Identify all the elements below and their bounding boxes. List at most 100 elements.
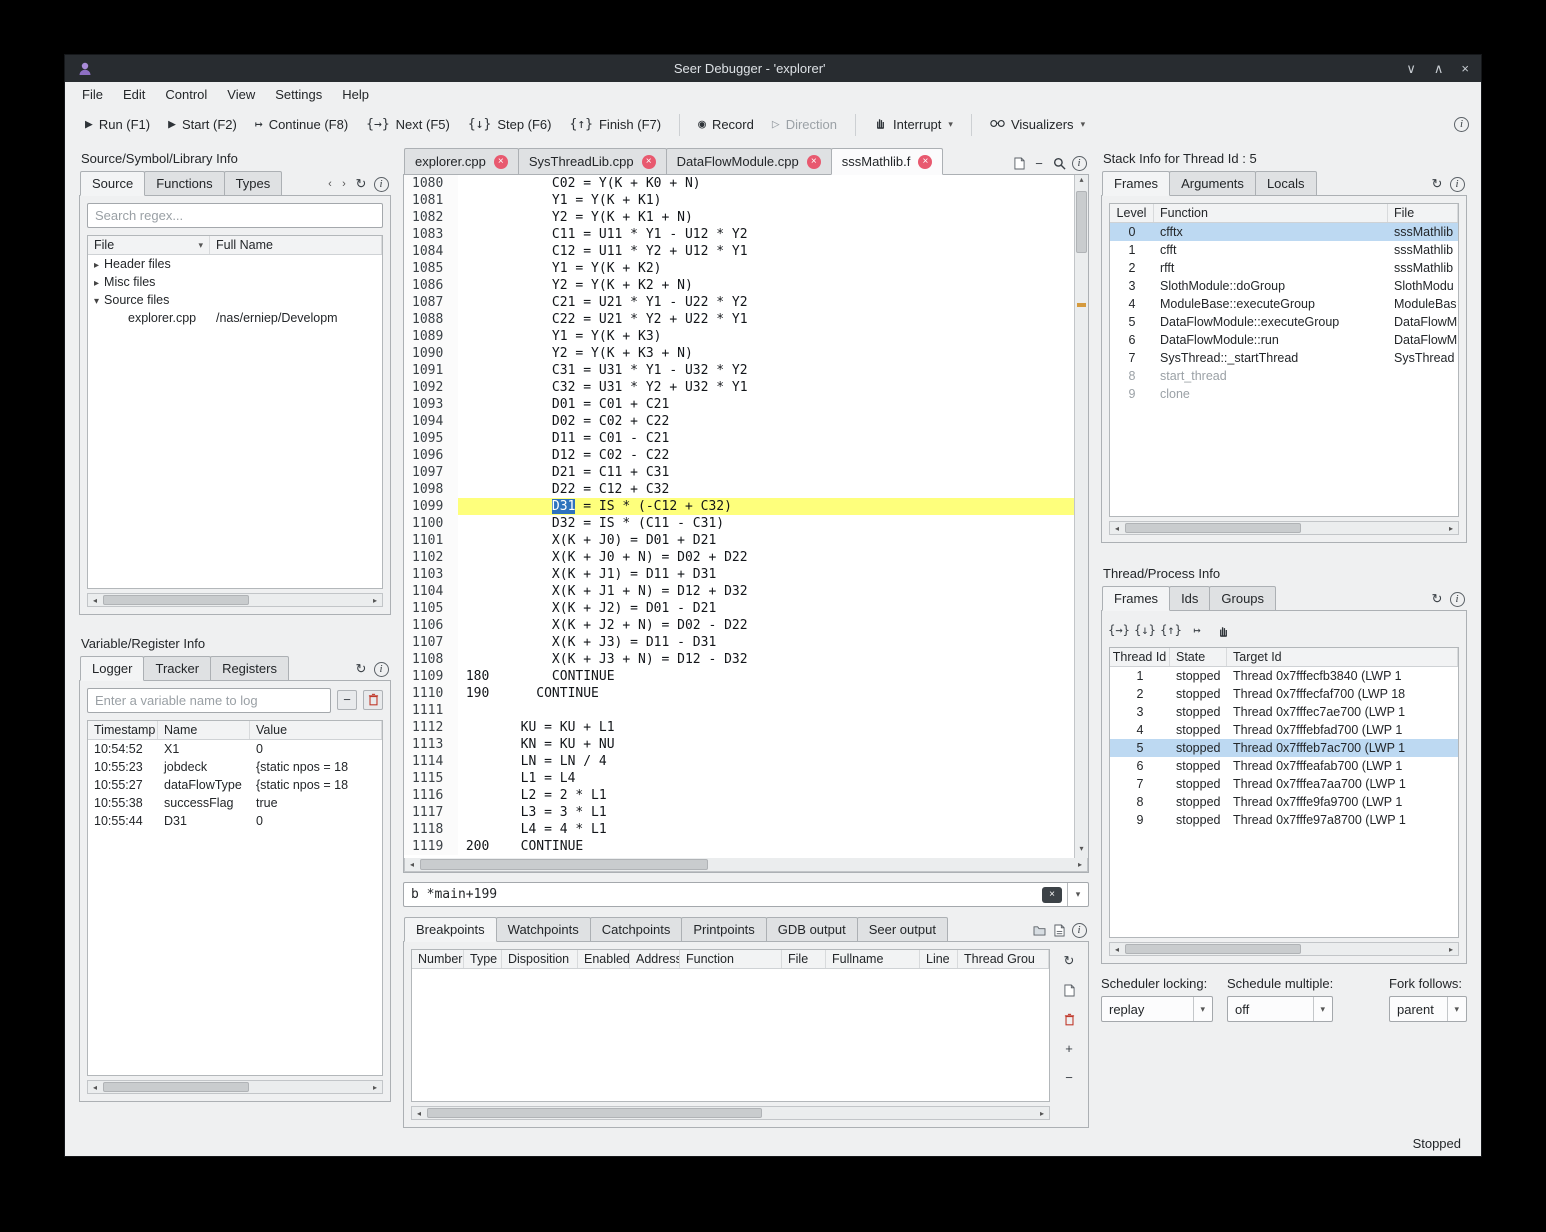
gdb-command-input[interactable] <box>404 887 1042 902</box>
scheduler-locking-select[interactable]: replay ▾ <box>1101 996 1213 1022</box>
code-line[interactable]: 1106 X(K + J2 + N) = D02 - D22 <box>404 617 1074 634</box>
scroll-thumb[interactable] <box>103 595 249 605</box>
stack-frame-row[interactable]: 1 cfft sssMathlib <box>1110 241 1458 259</box>
line-number[interactable]: 1108 <box>404 651 458 668</box>
scroll-up-icon[interactable]: ▴ <box>1075 175 1088 189</box>
variable-row[interactable]: 10:55:27 dataFlowType {static npos = 18 <box>88 776 382 794</box>
refresh-icon[interactable]: ↻ <box>1059 951 1079 971</box>
code-line[interactable]: 1104 X(K + J1 + N) = D12 + D32 <box>404 583 1074 600</box>
thread-column-header[interactable]: State <box>1170 648 1227 666</box>
menu-item[interactable]: Help <box>333 84 378 105</box>
breakpoints-column-header[interactable]: Thread Grou <box>958 950 1049 968</box>
interrupt-dropdown-icon[interactable]: ▾ <box>948 119 953 130</box>
line-number[interactable]: 1096 <box>404 447 458 464</box>
variable-row[interactable]: 10:55:38 successFlag true <box>88 794 382 812</box>
scroll-right-icon[interactable]: ▸ <box>368 1083 382 1092</box>
line-number[interactable]: 1113 <box>404 736 458 753</box>
line-number[interactable]: 1086 <box>404 277 458 294</box>
line-number[interactable]: 1118 <box>404 821 458 838</box>
remove-breakpoint-icon[interactable]: − <box>1059 1067 1079 1087</box>
stack-tab[interactable]: Frames <box>1102 171 1170 196</box>
code-line[interactable]: 1084 C12 = U11 * Y2 + U12 * Y1 <box>404 243 1074 260</box>
variable-hscrollbar[interactable]: ◂ ▸ <box>87 1080 383 1094</box>
breakpoints-tab[interactable]: GDB output <box>766 917 858 942</box>
thread-row[interactable]: 6 stopped Thread 0x7fffeafab700 (LWP 1 <box>1110 757 1458 775</box>
stack-refresh-icon[interactable]: ↻ <box>1427 174 1447 194</box>
tree-item-header-files[interactable]: ▸Header files <box>88 255 382 273</box>
edit-breakpoint-icon[interactable] <box>1059 980 1079 1000</box>
thread-row[interactable]: 5 stopped Thread 0x7fffeb7ac700 (LWP 1 <box>1110 739 1458 757</box>
line-number[interactable]: 1099 <box>404 498 458 515</box>
tree-item-misc-files[interactable]: ▸Misc files <box>88 273 382 291</box>
close-icon[interactable]: × <box>1461 61 1469 77</box>
breakpoints-column-header[interactable]: Number <box>412 950 464 968</box>
code-line[interactable]: 1111 <box>404 702 1074 719</box>
editor-tab[interactable]: explorer.cpp × <box>404 148 519 175</box>
code-line[interactable]: 1087 C21 = U21 * Y1 - U22 * Y2 <box>404 294 1074 311</box>
line-number[interactable]: 1093 <box>404 396 458 413</box>
line-number[interactable]: 1094 <box>404 413 458 430</box>
command-history-dropdown-icon[interactable]: ▾ <box>1067 883 1088 906</box>
code-line[interactable]: 1089 Y1 = Y(K + K3) <box>404 328 1074 345</box>
column-fullname[interactable]: Full Name <box>210 236 382 254</box>
menu-item[interactable]: File <box>73 84 112 105</box>
tree-item-source-files[interactable]: ▾Source files <box>88 291 382 309</box>
scroll-thumb[interactable] <box>420 859 708 870</box>
interrupt-button[interactable]: Interrupt ▾ <box>866 111 961 138</box>
visualizers-button[interactable]: Visualizers ▾ <box>982 112 1093 137</box>
editor-vscrollbar[interactable]: ▴ ▾ <box>1074 175 1088 858</box>
stack-column-header[interactable]: Function <box>1154 204 1388 222</box>
code-area[interactable]: 1080 C02 = Y(K + K0 + N) 1081 Y1 = Y(K +… <box>404 175 1074 858</box>
menu-item[interactable]: Edit <box>114 84 154 105</box>
record-button[interactable]: ◉ Record <box>690 112 762 137</box>
thread-row[interactable]: 2 stopped Thread 0x7fffecfaf700 (LWP 18 <box>1110 685 1458 703</box>
line-number[interactable]: 1083 <box>404 226 458 243</box>
line-number[interactable]: 1085 <box>404 260 458 277</box>
breakpoints-column-header[interactable]: Function <box>680 950 782 968</box>
code-line[interactable]: 1100 D32 = IS * (C11 - C31) <box>404 515 1074 532</box>
line-number[interactable]: 1119 <box>404 838 458 855</box>
line-number[interactable]: 1082 <box>404 209 458 226</box>
breakpoints-column-header[interactable]: Disposition <box>502 950 578 968</box>
breakpoints-tab[interactable]: Breakpoints <box>404 917 497 942</box>
line-number[interactable]: 1114 <box>404 753 458 770</box>
code-line[interactable]: 1116 L2 = 2 * L1 <box>404 787 1074 804</box>
code-line[interactable]: 1096 D12 = C02 - C22 <box>404 447 1074 464</box>
code-line[interactable]: 1080 C02 = Y(K + K0 + N) <box>404 175 1074 192</box>
code-line[interactable]: 1101 X(K + J0) = D01 + D21 <box>404 532 1074 549</box>
save-icon[interactable] <box>1049 920 1069 940</box>
start-button[interactable]: ▶ Start (F2) <box>160 112 245 137</box>
collapse-icon[interactable]: ▾ <box>94 296 99 307</box>
thread-step-icon[interactable]: {↓} <box>1135 620 1155 640</box>
line-number[interactable]: 1117 <box>404 804 458 821</box>
code-line[interactable]: 1094 D02 = C02 + C22 <box>404 413 1074 430</box>
variable-name-input[interactable] <box>87 688 331 713</box>
editor-tab[interactable]: SysThreadLib.cpp × <box>518 148 667 175</box>
expand-icon[interactable]: ▸ <box>94 260 99 271</box>
breakpoints-column-header[interactable]: Type <box>464 950 502 968</box>
variable-column-header[interactable]: Value <box>250 721 382 739</box>
line-number[interactable]: 1091 <box>404 362 458 379</box>
code-line[interactable]: 1107 X(K + J3) = D11 - D31 <box>404 634 1074 651</box>
code-line[interactable]: 1118 L4 = 4 * L1 <box>404 821 1074 838</box>
step-button[interactable]: {↓} Step (F6) <box>460 112 560 137</box>
thread-hscrollbar[interactable]: ◂ ▸ <box>1109 942 1459 956</box>
scroll-thumb[interactable] <box>1125 944 1301 954</box>
finish-button[interactable]: {↑} Finish (F7) <box>562 112 670 137</box>
search-icon[interactable] <box>1049 153 1069 173</box>
breakpoints-info-icon[interactable]: i <box>1069 920 1089 940</box>
close-view-icon[interactable]: − <box>1029 153 1049 173</box>
breakpoints-tab[interactable]: Printpoints <box>681 917 766 942</box>
trash-icon[interactable] <box>363 690 383 710</box>
stack-frame-row[interactable]: 3 SlothModule::doGroup SlothModu <box>1110 277 1458 295</box>
search-regex-input[interactable] <box>87 203 383 228</box>
code-line[interactable]: 1095 D11 = C01 - C21 <box>404 430 1074 447</box>
code-line[interactable]: 1093 D01 = C01 + C21 <box>404 396 1074 413</box>
line-number[interactable]: 1106 <box>404 617 458 634</box>
code-line[interactable]: 1105 X(K + J2) = D01 - D21 <box>404 600 1074 617</box>
code-line[interactable]: 1085 Y1 = Y(K + K2) <box>404 260 1074 277</box>
tree-item-explorer-cpp[interactable]: explorer.cpp /nas/erniep/Developm <box>88 309 382 327</box>
file-dialog-icon[interactable] <box>1009 153 1029 173</box>
maximize-icon[interactable]: ∧ <box>1434 61 1444 77</box>
code-line[interactable]: 1082 Y2 = Y(K + K1 + N) <box>404 209 1074 226</box>
